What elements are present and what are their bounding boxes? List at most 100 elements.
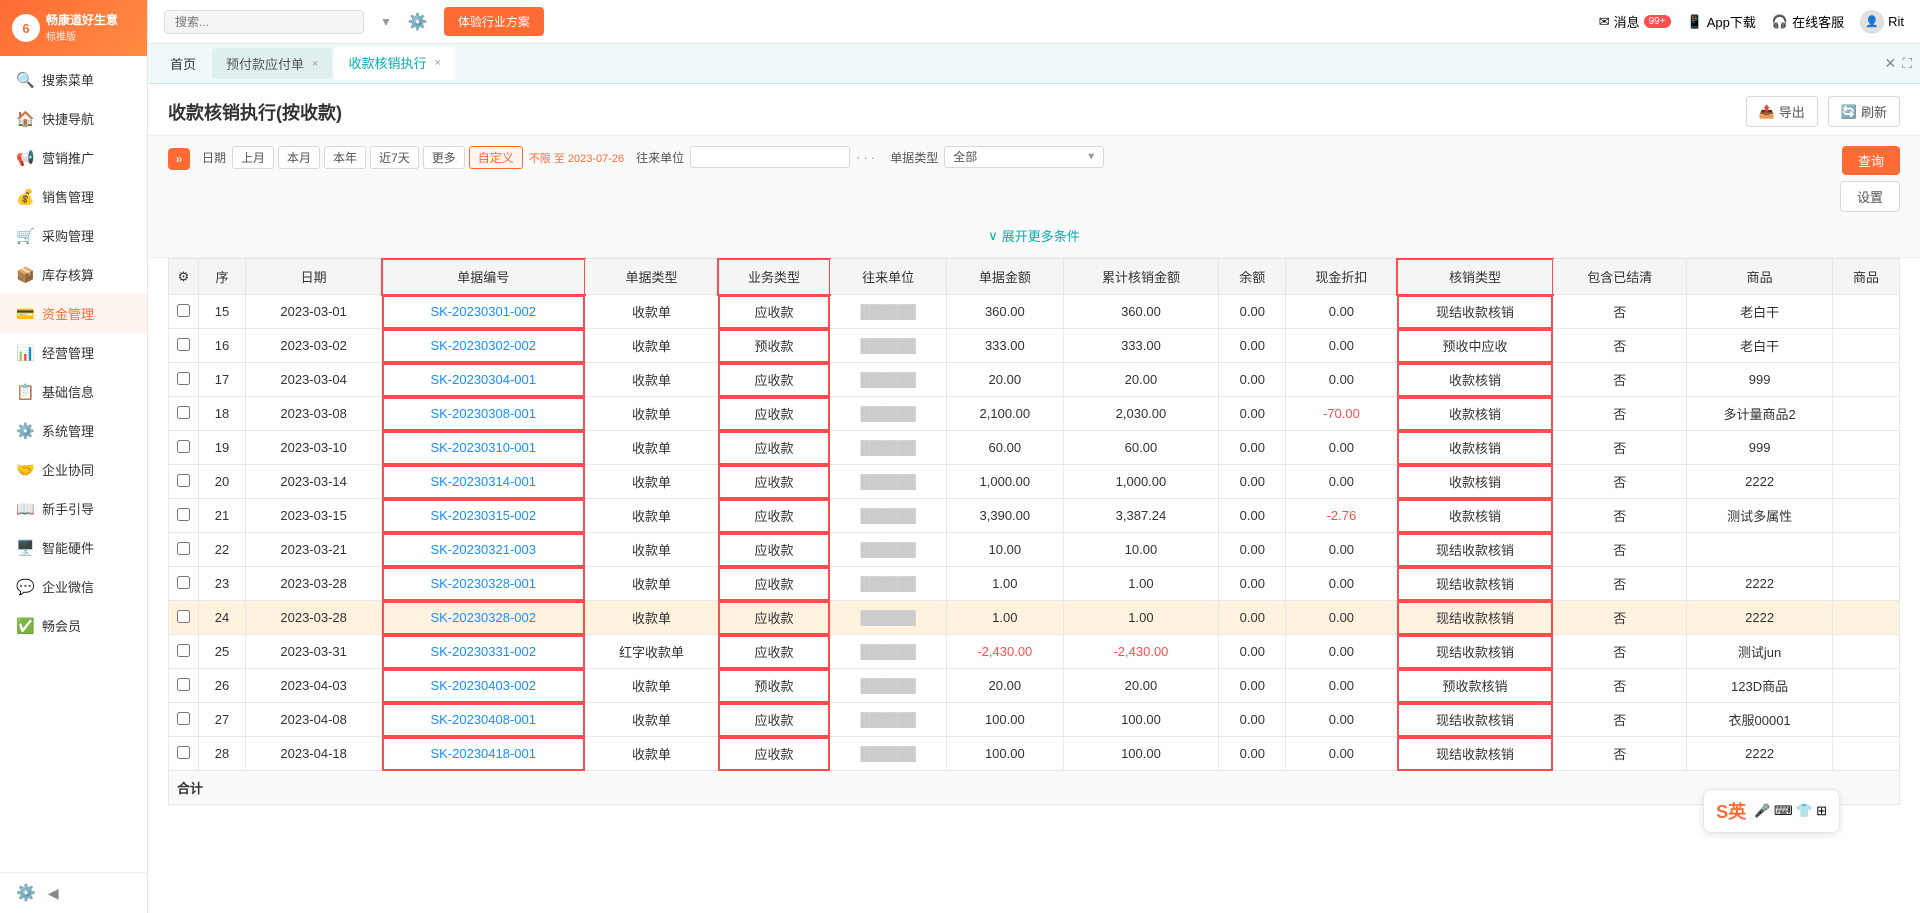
cell-checkbox[interactable] [169,363,199,397]
sidebar-item-sales[interactable]: 💰销售管理 [0,177,147,216]
filter-doctype-select[interactable]: 全部 收款单 [944,146,1104,168]
doc-no-link[interactable]: SK-20230308-001 [430,406,536,421]
app-download-btn[interactable]: 📱 App下载 [1687,12,1756,31]
doc-no-link[interactable]: SK-20230331-002 [430,644,536,659]
settings-icon[interactable]: ⚙️ [16,883,36,903]
cell-doc-no: SK-20230408-001 [382,703,585,737]
tab-home[interactable]: 首页 [156,48,210,79]
sidebar-item-finance[interactable]: 💳资金管理 [0,294,147,333]
cell-checkbox[interactable] [169,601,199,635]
sidebar-item-member[interactable]: ✅畅会员 [0,606,147,645]
cell-checkbox[interactable] [169,295,199,329]
cell-checkbox[interactable] [169,703,199,737]
filter-date-custom[interactable]: 自定义 [469,146,523,169]
cell-checkbox[interactable] [169,737,199,771]
expand-more-btn[interactable]: ∨ 展开更多条件 [988,226,1080,245]
row-checkbox[interactable] [177,508,190,521]
doc-no-link[interactable]: SK-20230314-001 [430,474,536,489]
row-checkbox[interactable] [177,542,190,555]
gear-icon[interactable]: ⚙️ [408,12,428,32]
col-header-settings[interactable]: ⚙ [169,259,199,295]
doc-no-link[interactable]: SK-20230304-001 [430,372,536,387]
doc-no-link[interactable]: SK-20230328-001 [430,576,536,591]
row-checkbox[interactable] [177,372,190,385]
filter-date-more[interactable]: 更多 [423,146,465,169]
sidebar-item-guide[interactable]: 📖 新手引导 [0,489,147,528]
doc-no-link[interactable]: SK-20230418-001 [430,746,536,761]
topbar-search-input[interactable] [164,10,364,34]
row-checkbox[interactable] [177,712,190,725]
refresh-btn[interactable]: 🔄 刷新 [1828,96,1900,127]
filter-partner-input[interactable] [690,146,850,168]
cell-checkbox[interactable] [169,465,199,499]
row-checkbox[interactable] [177,678,190,691]
row-checkbox[interactable] [177,746,190,759]
cell-checkbox[interactable] [169,329,199,363]
cell-checkbox[interactable] [169,635,199,669]
row-checkbox[interactable] [177,644,190,657]
message-btn[interactable]: ✉ 消息 99+ [1599,12,1671,31]
collapse-icon[interactable]: ◀ [48,885,59,902]
sidebar-item-enterprise[interactable]: 🤝企业协同 [0,450,147,489]
cell-include-settled: 否 [1553,533,1687,567]
row-checkbox[interactable] [177,406,190,419]
cell-balance: 0.00 [1219,363,1286,397]
sidebar-label-finance: 资金管理 [42,304,94,323]
filter-date-last-month[interactable]: 上月 [232,146,274,169]
filter-date-7-days[interactable]: 近7天 [370,146,419,169]
sidebar-item-hardware[interactable]: 🖥️智能硬件 [0,528,147,567]
cell-checkbox[interactable] [169,499,199,533]
tab-advance-close-icon[interactable]: × [312,58,318,70]
close-all-icon[interactable]: ✕ [1884,55,1896,72]
cell-product: 多计量商品2 [1687,397,1833,431]
tab-collection-close-icon[interactable]: × [434,57,440,69]
doc-no-link[interactable]: SK-20230403-002 [430,678,536,693]
sidebar-item-marketing[interactable]: 📢营销推广 [0,138,147,177]
row-checkbox[interactable] [177,610,190,623]
tab-collection[interactable]: 收款核销执行 × [334,47,454,80]
row-checkbox[interactable] [177,304,190,317]
row-checkbox[interactable] [177,440,190,453]
row-checkbox[interactable] [177,338,190,351]
sidebar-item-purchase[interactable]: 🛒采购管理 [0,216,147,255]
sidebar-item-operation[interactable]: 📊经营管理 [0,333,147,372]
industry-btn[interactable]: 体验行业方案 [444,7,544,36]
filter-date-this-month[interactable]: 本月 [278,146,320,169]
doc-no-link[interactable]: SK-20230321-003 [430,542,536,557]
online-service-btn[interactable]: 🎧 在线客服 [1772,12,1844,31]
row-checkbox[interactable] [177,576,190,589]
doc-no-link[interactable]: SK-20230328-002 [430,610,536,625]
doc-no-link[interactable]: SK-20230315-002 [430,508,536,523]
sidebar-item-basic[interactable]: 📋基础信息 [0,372,147,411]
tab-advance[interactable]: 预付款应付单 × [212,48,332,79]
guide-icon: 📖 [16,500,34,518]
sidebar-item-quick[interactable]: 🏠快捷导航 [0,99,147,138]
cell-amount: 360.00 [947,295,1063,329]
cell-checkbox[interactable] [169,669,199,703]
cell-checkbox[interactable] [169,431,199,465]
filter-date-this-year[interactable]: 本年 [324,146,366,169]
row-checkbox[interactable] [177,474,190,487]
export-btn[interactable]: 📤 导出 [1746,96,1818,127]
marketing-icon: 📢 [16,149,34,167]
cell-verified-amount: 20.00 [1063,363,1219,397]
cell-verified-amount: 100.00 [1063,703,1219,737]
sidebar-item-wechat[interactable]: 💬企业微信 [0,567,147,606]
user-avatar[interactable]: 👤 Rit [1860,10,1904,34]
doc-no-link[interactable]: SK-20230310-001 [430,440,536,455]
filter-expand-btn[interactable]: » [168,148,190,170]
sidebar-label-guide: 新手引导 [42,499,94,518]
cell-checkbox[interactable] [169,533,199,567]
sidebar-item-system[interactable]: ⚙️系统管理 [0,411,147,450]
maximize-icon[interactable]: ⛶ [1902,55,1912,72]
filter-settings-btn[interactable]: 设置 [1840,181,1900,212]
doc-no-link[interactable]: SK-20230408-001 [430,712,536,727]
cell-checkbox[interactable] [169,567,199,601]
sidebar-item-inventory[interactable]: 📦库存核算 [0,255,147,294]
doc-no-link[interactable]: SK-20230302-002 [430,338,536,353]
cell-checkbox[interactable] [169,397,199,431]
query-btn[interactable]: 查询 [1842,146,1900,175]
cell-include-settled: 否 [1553,635,1687,669]
sidebar-item-search[interactable]: 🔍搜索菜单 [0,60,147,99]
doc-no-link[interactable]: SK-20230301-002 [430,304,536,319]
